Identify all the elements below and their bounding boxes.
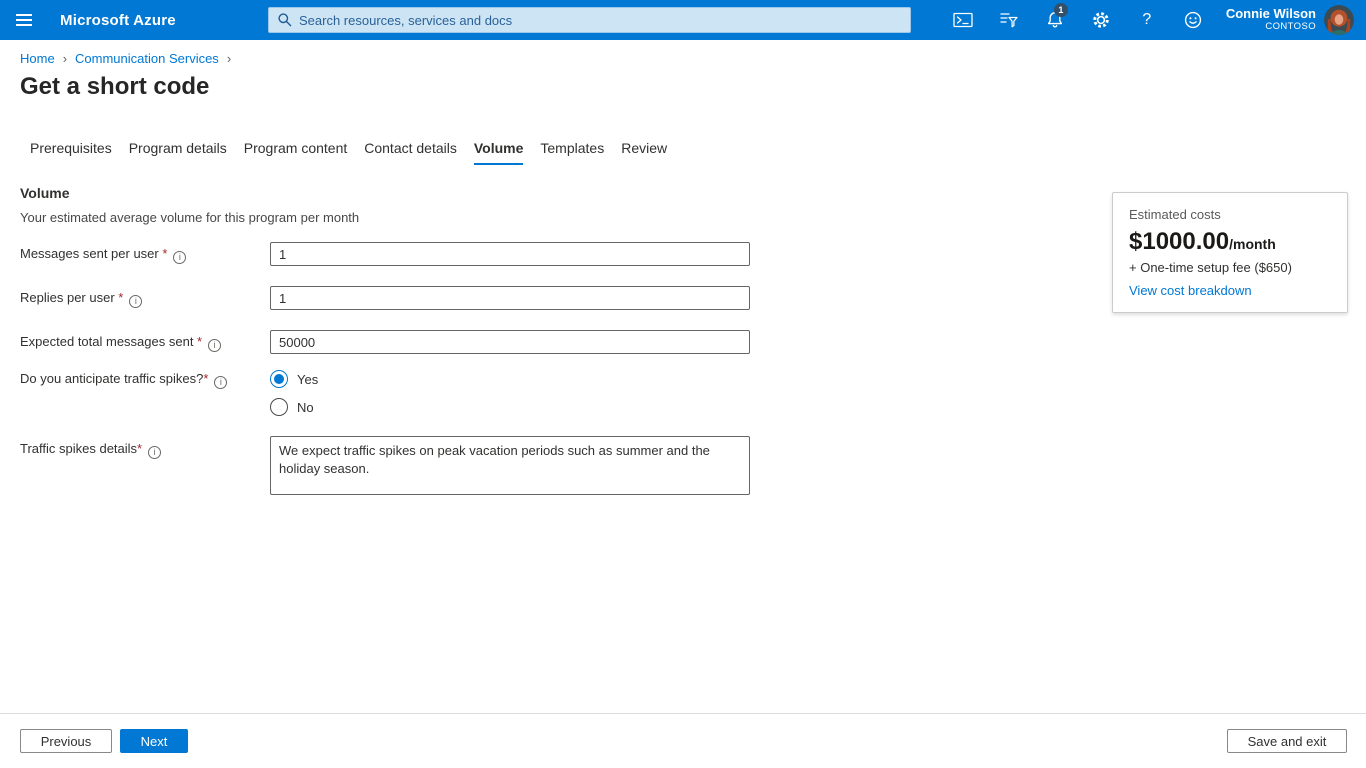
cost-card-title: Estimated costs	[1129, 207, 1221, 222]
tab-contact-details[interactable]: Contact details	[364, 140, 457, 165]
field-label: Replies per user * i	[20, 286, 265, 310]
info-icon[interactable]: i	[208, 339, 222, 352]
top-bar-actions: 1 ? Connie Wilson CONTOSO	[940, 0, 1366, 40]
radio-button-icon	[270, 370, 288, 388]
field-label: Traffic spikes details* i	[20, 436, 265, 459]
user-tenant: CONTOSO	[1265, 21, 1316, 32]
top-bar: Microsoft Azure Search resources, servic…	[0, 0, 1366, 40]
radio-no[interactable]: No	[270, 397, 318, 417]
radio-button-icon	[270, 398, 288, 416]
label-text: Messages sent per user	[20, 246, 159, 261]
messages-sent-per-user-input[interactable]	[270, 242, 750, 266]
notification-badge: 1	[1053, 3, 1068, 17]
notifications-button[interactable]: 1	[1032, 0, 1078, 40]
field-label: Do you anticipate traffic spikes?* i	[20, 369, 265, 389]
setup-fee-note: + One-time setup fee ($650)	[1129, 260, 1292, 275]
traffic-spikes-radio-group: Yes No	[270, 369, 318, 425]
field-label: Messages sent per user * i	[20, 242, 265, 266]
info-icon[interactable]: i	[173, 251, 187, 264]
save-and-exit-button[interactable]: Save and exit	[1227, 729, 1347, 753]
wizard-footer: Previous Next Save and exit	[0, 713, 1366, 768]
azure-portal-screen: Microsoft Azure Search resources, servic…	[0, 0, 1366, 768]
breadcrumb: Home › Communication Services ›	[20, 51, 231, 66]
label-text: Do you anticipate traffic spikes?	[20, 371, 204, 386]
tab-volume[interactable]: Volume	[473, 140, 524, 165]
settings-button[interactable]	[1078, 0, 1124, 40]
user-name: Connie Wilson	[1225, 6, 1316, 22]
info-icon[interactable]: i	[214, 376, 228, 389]
cloud-shell-icon	[953, 12, 973, 28]
search-input[interactable]	[268, 7, 911, 33]
replies-per-user-input[interactable]	[270, 286, 750, 310]
section-title: Volume	[20, 185, 70, 201]
chevron-right-icon: ›	[226, 51, 232, 66]
info-icon[interactable]: i	[148, 446, 162, 459]
chevron-right-icon: ›	[62, 51, 68, 66]
search-icon	[278, 13, 292, 27]
app-title[interactable]: Microsoft Azure	[60, 0, 176, 40]
traffic-spikes-details-textarea[interactable]: We expect traffic spikes on peak vacatio…	[270, 436, 750, 495]
radio-no-label: No	[297, 399, 314, 415]
tab-review[interactable]: Review	[621, 140, 667, 165]
page-title: Get a short code	[20, 73, 210, 100]
required-asterisk: *	[158, 246, 168, 261]
tab-program-details[interactable]: Program details	[129, 140, 227, 165]
directory-filter-icon	[1000, 13, 1018, 28]
account-menu[interactable]: Connie Wilson CONTOSO	[1225, 6, 1316, 33]
avatar-image	[1324, 5, 1354, 35]
hamburger-icon	[16, 14, 32, 26]
tab-prerequisites[interactable]: Prerequisites	[30, 140, 112, 165]
label-text: Replies per user	[20, 290, 115, 305]
radio-yes-label: Yes	[297, 371, 319, 387]
feedback-button[interactable]	[1170, 0, 1216, 40]
info-icon[interactable]: i	[129, 295, 143, 308]
required-asterisk: *	[193, 334, 203, 349]
label-text: Traffic spikes details	[20, 441, 138, 456]
label-text: Expected total messages sent	[20, 334, 194, 349]
required-asterisk: *	[203, 371, 209, 386]
global-search	[268, 7, 911, 33]
expected-total-messages-input[interactable]	[270, 330, 750, 354]
breadcrumb-home-link[interactable]: Home	[20, 51, 55, 66]
wizard-tabs: Prerequisites Program details Program co…	[30, 140, 667, 165]
previous-button[interactable]: Previous	[20, 729, 112, 753]
breadcrumb-communication-services-link[interactable]: Communication Services	[75, 51, 219, 66]
next-button[interactable]: Next	[120, 729, 188, 753]
directory-filter-button[interactable]	[986, 0, 1032, 40]
required-asterisk: *	[114, 290, 124, 305]
cost-price: $1000.00/month	[1129, 228, 1331, 256]
help-button[interactable]: ?	[1124, 0, 1170, 40]
view-cost-breakdown-link[interactable]: View cost breakdown	[1129, 283, 1331, 298]
tab-program-content[interactable]: Program content	[244, 140, 348, 165]
cloud-shell-button[interactable]	[940, 0, 986, 40]
estimated-costs-card: Estimated costs $1000.00/month + One-tim…	[1112, 192, 1348, 313]
radio-yes[interactable]: Yes	[270, 369, 318, 389]
section-subtitle: Your estimated average volume for this p…	[20, 210, 360, 225]
tab-templates[interactable]: Templates	[540, 140, 604, 165]
gear-icon	[1093, 12, 1109, 28]
user-avatar[interactable]	[1324, 5, 1354, 35]
hamburger-menu-button[interactable]	[0, 0, 48, 40]
field-label: Expected total messages sent * i	[20, 330, 265, 354]
help-icon: ?	[1142, 11, 1152, 28]
cost-amount: $1000.00	[1129, 228, 1230, 255]
cost-period: /month	[1229, 236, 1276, 252]
smiley-icon	[1184, 11, 1201, 29]
required-asterisk: *	[137, 441, 143, 456]
